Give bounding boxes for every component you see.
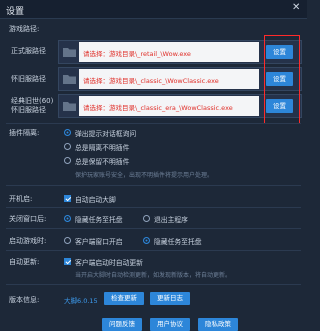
classic-path-label: 怀旧服路径 [11, 75, 46, 83]
version-value: 大脚6.0.15 [64, 297, 98, 305]
close-icon[interactable]: ✕ [292, 3, 300, 13]
folder-icon[interactable] [63, 100, 76, 111]
user-agreement-button[interactable]: 用户协议 [150, 318, 190, 331]
retail-path-text: 请选择：游戏目录\_retail_\Wow.exe [83, 50, 191, 58]
launch-open-window[interactable]: 客户端窗口开启 [75, 236, 123, 246]
auto-update-hint: 当开启大脚时自动检测更新，如发现新版本，将自动更新。 [75, 272, 232, 279]
plugin-option-isolate-radio[interactable] [64, 143, 71, 150]
close-exit-radio[interactable] [143, 215, 150, 222]
folder-icon[interactable] [63, 73, 76, 84]
auto-update-text[interactable]: 客户端启动时自动更新 [75, 257, 143, 267]
divider [6, 250, 301, 251]
feedback-button[interactable]: 问题反馈 [102, 318, 142, 331]
window-title: 设置 [6, 7, 25, 17]
highlight-box [264, 35, 300, 124]
changelog-button[interactable]: 更新日志 [150, 292, 190, 305]
plugin-option-keep-radio[interactable] [64, 157, 71, 164]
launch-hide-tray[interactable]: 隐藏任务至托盘 [154, 236, 202, 246]
plugin-option-keep[interactable]: 总是保留不明插件 [75, 156, 129, 166]
plugin-option-prompt[interactable]: 弹出提示对话框询问 [75, 128, 136, 138]
classic-era-path-label-2: 怀旧服路径 [11, 106, 46, 114]
startup-label: 开机启: [9, 195, 33, 203]
close-hide-tray-radio[interactable] [64, 215, 71, 222]
divider [6, 185, 301, 186]
check-update-button[interactable]: 检查更新 [104, 292, 144, 305]
launch-hide-tray-radio[interactable] [143, 237, 150, 244]
retail-path-label: 正式服路径 [11, 47, 46, 55]
folder-icon[interactable] [63, 46, 76, 57]
auto-update-label: 自动更新: [9, 258, 40, 266]
divider [6, 228, 301, 229]
game-path-label: 游戏路径: [9, 25, 40, 33]
plugin-isolation-label: 插件隔离: [9, 129, 40, 137]
plugin-option-prompt-radio[interactable] [64, 129, 71, 136]
divider [6, 284, 301, 285]
classic-path-field[interactable]: 请选择：游戏目录\_classic_\WowClassic.exe [79, 69, 259, 89]
divider [6, 207, 301, 208]
close-hide-tray[interactable]: 隐藏任务至托盘 [75, 214, 123, 224]
plugin-option-isolate[interactable]: 总是隔离不明插件 [75, 142, 129, 152]
classic-path-text: 请选择：游戏目录\_classic_\WowClassic.exe [83, 77, 219, 85]
auto-start-text[interactable]: 自动启动大脚 [75, 194, 116, 204]
close-exit[interactable]: 退出主程序 [154, 214, 188, 224]
privacy-policy-button[interactable]: 隐私政策 [198, 318, 238, 331]
retail-path-field[interactable]: 请选择：游戏目录\_retail_\Wow.exe [79, 42, 259, 62]
plugin-isolation-hint: 保护玩家账号安全，出现不明插件将提示用户处理。 [75, 172, 214, 179]
after-launch-label: 启动游戏时: [9, 237, 47, 245]
classic-era-path-text: 请选择：游戏目录\_classic_era_\WowClassic.exe [83, 104, 233, 112]
auto-start-checkbox[interactable] [64, 195, 71, 202]
auto-update-checkbox[interactable] [64, 258, 71, 265]
classic-era-path-field[interactable]: 请选择：游戏目录\_classic_era_\WowClassic.exe [79, 96, 259, 116]
close-window-label: 关闭窗口后: [9, 215, 47, 223]
title-bar [0, 0, 307, 19]
version-label: 版本信息: [9, 296, 40, 304]
divider [6, 123, 301, 124]
launch-open-window-radio[interactable] [64, 237, 71, 244]
